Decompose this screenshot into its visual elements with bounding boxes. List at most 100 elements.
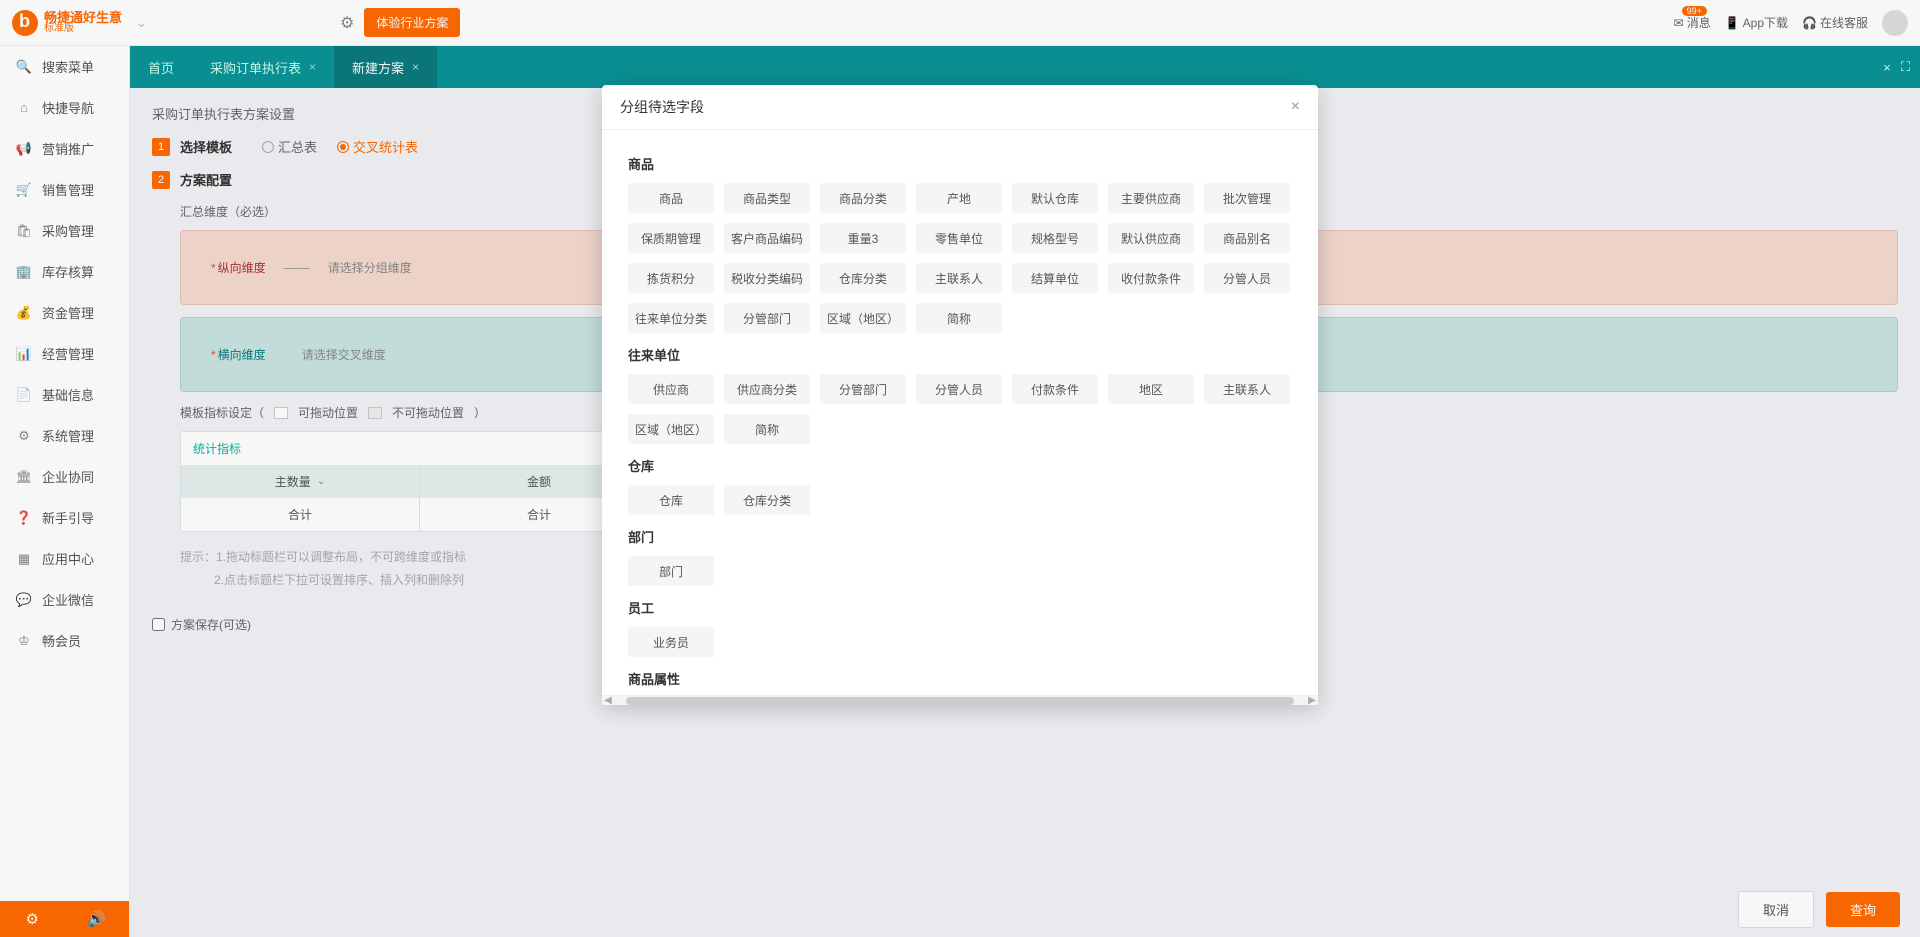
- field-chip[interactable]: 区域（地区）: [820, 303, 906, 333]
- chart-icon: 📊: [16, 346, 32, 362]
- field-chip[interactable]: 零售单位: [916, 223, 1002, 253]
- field-chip[interactable]: 业务员: [628, 627, 714, 657]
- megaphone-icon: 📢: [16, 141, 32, 157]
- field-chip[interactable]: 仓库: [628, 485, 714, 515]
- field-chip[interactable]: 简称: [724, 414, 810, 444]
- tab-fullscreen-icon[interactable]: ⛶: [1901, 59, 1910, 75]
- stat-sum-1: 合计: [181, 498, 420, 531]
- sidebar-item-6[interactable]: 💰资金管理: [0, 292, 129, 333]
- app-download-link[interactable]: 📱 App下载: [1725, 14, 1788, 31]
- field-group-title: 商品: [628, 154, 1304, 173]
- scroll-left-icon[interactable]: ◀: [602, 695, 614, 706]
- cancel-button[interactable]: 取消: [1738, 891, 1814, 928]
- sidebar-item-11[interactable]: ❓新手引导: [0, 497, 129, 538]
- sidebar-item-2[interactable]: 📢营销推广: [0, 128, 129, 169]
- mail-icon: ✉: [1674, 16, 1684, 30]
- field-chip[interactable]: 地区: [1108, 374, 1194, 404]
- field-chip[interactable]: 商品别名: [1204, 223, 1290, 253]
- sidebar-settings-button[interactable]: ⚙: [0, 910, 65, 928]
- field-chip[interactable]: 税收分类编码: [724, 263, 810, 293]
- sidebar-item-13[interactable]: 💬企业微信: [0, 579, 129, 620]
- sidebar-item-7[interactable]: 📊 经营管理: [0, 333, 129, 374]
- modal-close-button[interactable]: ×: [1291, 98, 1300, 116]
- field-chip[interactable]: 保质期管理: [628, 223, 714, 253]
- sidebar-item-label: 应用中心: [42, 549, 94, 568]
- modal-body[interactable]: 商品商品商品类型商品分类产地默认仓库主要供应商批次管理保质期管理客户商品编码重量…: [602, 130, 1318, 695]
- field-chip[interactable]: 结算单位: [1012, 263, 1098, 293]
- legend-drag-icon: [274, 407, 288, 419]
- cart-icon: 🛒: [16, 182, 32, 198]
- nav-icon: ⌂: [16, 100, 32, 116]
- sidebar-item-4[interactable]: 🛍采购管理: [0, 210, 129, 251]
- promo-button[interactable]: 体验行业方案: [364, 8, 460, 37]
- tab-0[interactable]: 首页: [130, 46, 192, 88]
- logo[interactable]: 畅捷通好生意 标准版: [12, 10, 130, 36]
- query-button[interactable]: 查询: [1826, 892, 1900, 927]
- field-chip[interactable]: 收付款条件: [1108, 263, 1194, 293]
- tab-close-icon[interactable]: ×: [309, 60, 316, 74]
- modal-hscroll[interactable]: ◀ ▶: [602, 695, 1318, 705]
- field-chip[interactable]: 仓库分类: [724, 485, 810, 515]
- field-chip[interactable]: 批次管理: [1204, 183, 1290, 213]
- sidebar-item-12[interactable]: ▦应用中心: [0, 538, 129, 579]
- sidebar-item-14[interactable]: ♔畅会员: [0, 620, 129, 661]
- field-chip[interactable]: 供应商分类: [724, 374, 810, 404]
- messages-link[interactable]: ✉ 消息 99+: [1674, 14, 1711, 31]
- sidebar-item-5[interactable]: 🏢库存核算: [0, 251, 129, 292]
- radio-summary[interactable]: 汇总表: [262, 137, 317, 156]
- field-chip[interactable]: 客户商品编码: [724, 223, 810, 253]
- sidebar-sound-button[interactable]: 🔊: [65, 910, 130, 928]
- field-chip[interactable]: 主要供应商: [1108, 183, 1194, 213]
- field-chip[interactable]: 主联系人: [916, 263, 1002, 293]
- tenant-selector[interactable]: ⌄: [130, 15, 330, 31]
- tab-close-all-icon[interactable]: ×: [1883, 60, 1891, 75]
- sidebar-item-1[interactable]: ⌂快捷导航: [0, 87, 129, 128]
- field-chip[interactable]: 商品类型: [724, 183, 810, 213]
- sidebar-item-8[interactable]: 📄基础信息: [0, 374, 129, 415]
- tab-1[interactable]: 采购订单执行表 ×: [192, 46, 334, 88]
- hscroll-thumb[interactable]: [626, 697, 1294, 705]
- stat-title: 统计指标: [181, 432, 659, 465]
- field-chip[interactable]: 默认仓库: [1012, 183, 1098, 213]
- field-chip[interactable]: 简称: [916, 303, 1002, 333]
- save-checkbox[interactable]: [152, 618, 165, 631]
- tab-label: 采购订单执行表: [210, 58, 301, 77]
- field-chip[interactable]: 商品: [628, 183, 714, 213]
- building-icon: 🏛: [16, 469, 32, 485]
- field-chip[interactable]: 分管人员: [1204, 263, 1290, 293]
- radio-cross[interactable]: 交叉统计表: [337, 137, 418, 156]
- field-chip[interactable]: 规格型号: [1012, 223, 1098, 253]
- field-chip[interactable]: 默认供应商: [1108, 223, 1194, 253]
- field-chip[interactable]: 区域（地区）: [628, 414, 714, 444]
- field-chip[interactable]: 重量3: [820, 223, 906, 253]
- field-chip[interactable]: 分管部门: [724, 303, 810, 333]
- field-chip[interactable]: 分管部门: [820, 374, 906, 404]
- field-chip[interactable]: 分管人员: [916, 374, 1002, 404]
- wechat-icon: 💬: [16, 592, 32, 608]
- field-chip[interactable]: 供应商: [628, 374, 714, 404]
- online-service-link[interactable]: 🎧 在线客服: [1802, 14, 1868, 31]
- money-icon: 💰: [16, 305, 32, 321]
- stat-col-1[interactable]: 主数量 ⌄: [181, 465, 420, 498]
- sidebar-item-label: 新手引导: [42, 508, 94, 527]
- field-chip[interactable]: 往来单位分类: [628, 303, 714, 333]
- sidebar-item-label: 企业协同: [42, 467, 94, 486]
- sidebar-item-10[interactable]: 🏛 企业协同: [0, 456, 129, 497]
- field-chip[interactable]: 商品分类: [820, 183, 906, 213]
- sidebar-item-0[interactable]: 🔍搜索菜单: [0, 46, 129, 87]
- gear-icon: ⚙: [16, 428, 32, 444]
- sidebar-item-9[interactable]: ⚙系统管理: [0, 415, 129, 456]
- tab-close-icon[interactable]: ×: [412, 60, 419, 74]
- field-chip[interactable]: 产地: [916, 183, 1002, 213]
- field-chip[interactable]: 付款条件: [1012, 374, 1098, 404]
- avatar[interactable]: [1882, 10, 1908, 36]
- field-chip[interactable]: 主联系人: [1204, 374, 1290, 404]
- settings-icon[interactable]: ⚙: [340, 13, 354, 33]
- sidebar-item-3[interactable]: 🛒销售管理: [0, 169, 129, 210]
- sidebar-item-label: 经营管理: [42, 344, 94, 363]
- field-chip[interactable]: 部门: [628, 556, 714, 586]
- scroll-right-icon[interactable]: ▶: [1306, 695, 1318, 706]
- field-chip[interactable]: 拣货积分: [628, 263, 714, 293]
- tab-2[interactable]: 新建方案×: [334, 46, 437, 88]
- field-chip[interactable]: 仓库分类: [820, 263, 906, 293]
